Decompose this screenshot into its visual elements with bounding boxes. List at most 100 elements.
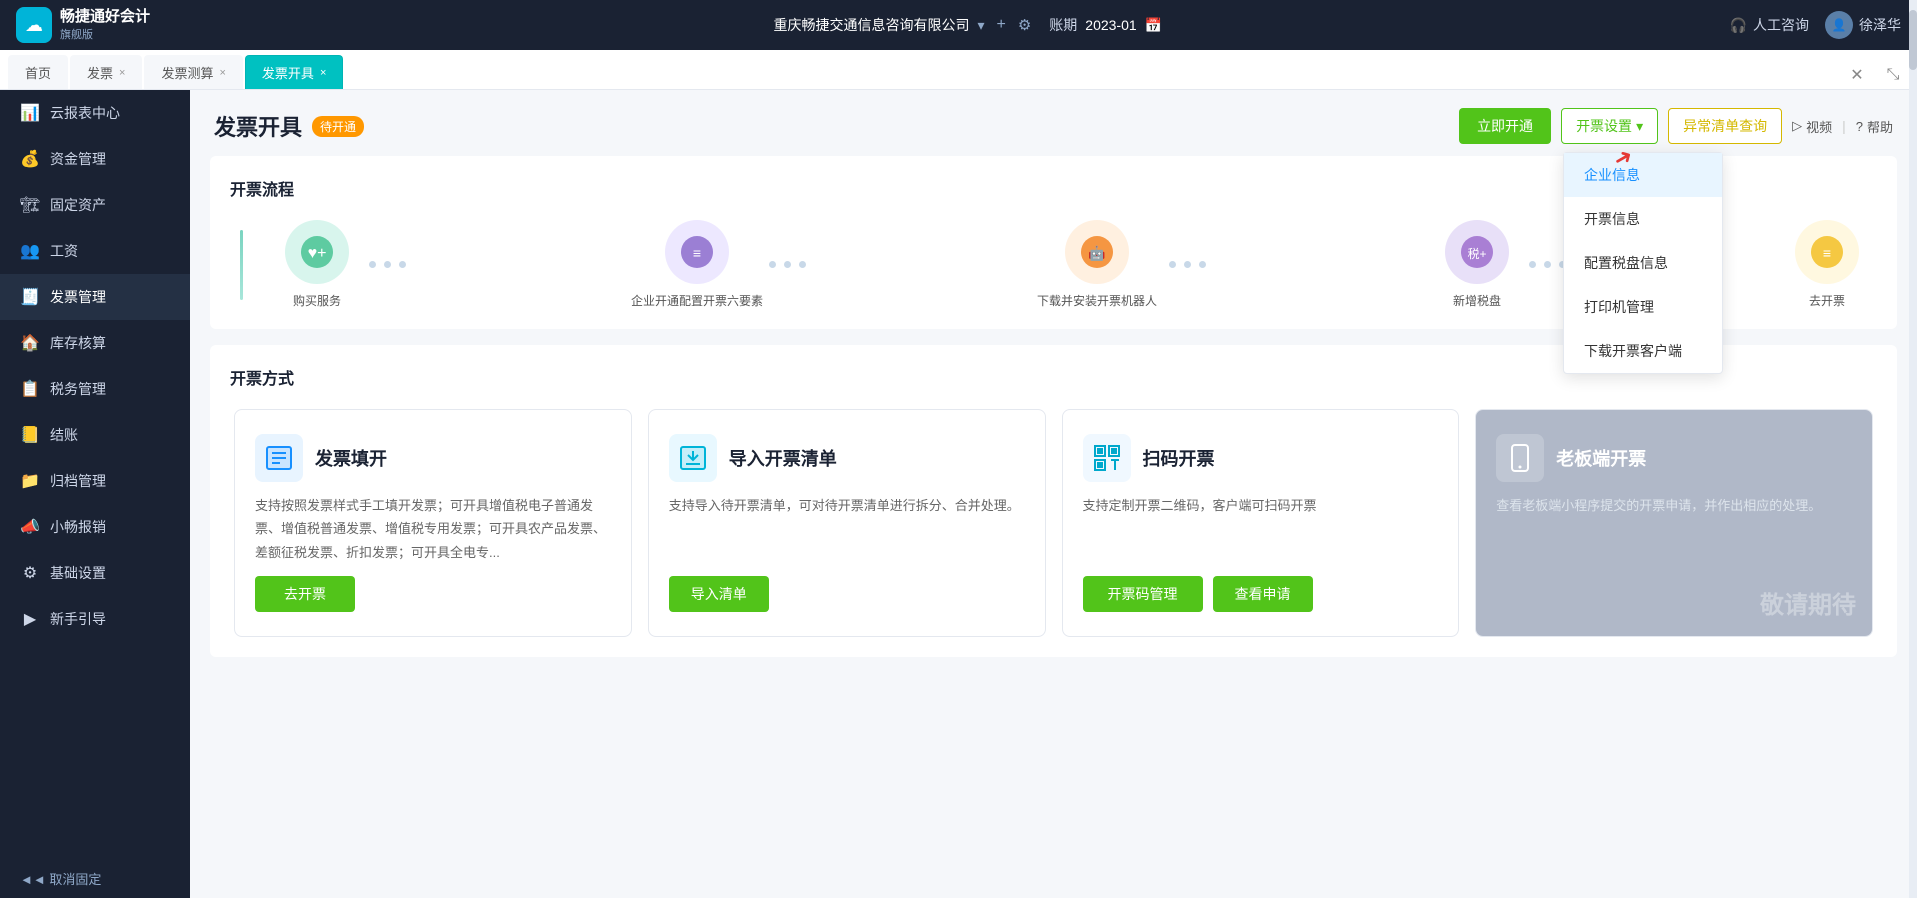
tab-invoice-close[interactable]: ×: [119, 67, 125, 79]
svg-text:♥+: ♥+: [308, 245, 327, 262]
card3-qrcode-btn[interactable]: 开票码管理: [1083, 576, 1203, 612]
card4-title: 老板端开票: [1556, 445, 1646, 471]
dropdown-arrow-icon: ▾: [1636, 118, 1643, 135]
dropdown-item-download[interactable]: 下载开票客户端: [1564, 329, 1722, 373]
method-section: 开票方式 发票填开 支持按照发票样式手工填开发票；可开具增值税电子普通发票、增值…: [210, 345, 1897, 657]
flow-label-5: 去开票: [1809, 292, 1845, 309]
sidebar-item-jichu[interactable]: ⚙ 基础设置: [0, 550, 190, 596]
dropdown-item-taxdisk[interactable]: 配置税盘信息: [1564, 241, 1722, 285]
yunbaobiao-icon: 📊: [20, 103, 40, 123]
top-right: 🎧 人工咨询 👤 徐泽华: [1730, 11, 1901, 39]
sidebar-item-zijin[interactable]: 💰 资金管理: [0, 136, 190, 182]
tab-home[interactable]: 首页: [8, 55, 68, 89]
help-icon: ?: [1856, 119, 1863, 134]
card2-icon: [669, 434, 717, 482]
pin-icon: ◄◄: [20, 872, 46, 887]
anomaly-button[interactable]: 异常清单查询: [1668, 108, 1782, 144]
gongzi-icon: 👥: [20, 241, 40, 261]
tab-invoice-calc-close[interactable]: ×: [219, 67, 225, 79]
scroll-thumb[interactable]: [1909, 10, 1917, 70]
video-button[interactable]: ▷ 视频: [1792, 117, 1832, 136]
card2-import-btn[interactable]: 导入清单: [669, 576, 769, 612]
company-dropdown-icon[interactable]: ▾: [977, 17, 984, 34]
maximize-window-btn[interactable]: ⤡: [1879, 61, 1907, 89]
period-value[interactable]: 2023-01: [1085, 17, 1136, 33]
svg-text:≡: ≡: [1823, 245, 1831, 261]
activate-button[interactable]: 立即开通: [1459, 108, 1551, 144]
flow-label-2: 企业开通配置开票六要素: [631, 292, 763, 309]
dropdown-item-company[interactable]: 企业信息: [1564, 153, 1722, 197]
tab-home-label: 首页: [25, 63, 51, 82]
card3-icon: [1083, 434, 1131, 482]
flow-label-1: 购买服务: [293, 292, 341, 309]
add-icon[interactable]: +: [996, 16, 1005, 34]
card2-header: 导入开票清单: [669, 434, 1025, 482]
flow-icon-3: 🤖: [1065, 220, 1129, 284]
sidebar: 📊 云报表中心 💰 资金管理 🏗 固定资产 👥 工资 🧾 发票管理 🏠: [0, 90, 190, 898]
svg-text:≡: ≡: [693, 245, 701, 261]
method-cards: 发票填开 支持按照发票样式手工填开发票；可开具增值税电子普通发票、增值税普通发票…: [230, 409, 1877, 637]
company-bar: 重庆畅捷交通信息咨询有限公司 ▾ + ⚙ 账期 2023-01 📅: [773, 15, 1162, 35]
user-area[interactable]: 👤 徐泽华: [1825, 11, 1901, 39]
sidebar-item-shuiwu[interactable]: 📋 税务管理: [0, 366, 190, 412]
xiaochang-icon: 📣: [20, 517, 40, 537]
help-button[interactable]: ? 帮助: [1856, 117, 1893, 136]
settings-dropdown: ➜ 企业信息 开票信息 配置税盘信息 打印机管理 下载开票客户端: [1563, 152, 1723, 374]
flow-icon-5: ≡: [1795, 220, 1859, 284]
guidang-icon: 📁: [20, 471, 40, 491]
tab-invoice-open-close[interactable]: ×: [320, 67, 326, 79]
card4-header: 老板端开票: [1496, 434, 1852, 482]
tab-invoice-open[interactable]: 发票开具 ×: [245, 55, 343, 89]
period-label: 账期: [1049, 15, 1077, 35]
sidebar-item-gudingzichan[interactable]: 🏗 固定资产: [0, 182, 190, 228]
method-card-import: 导入开票清单 支持导入待开票清单，可对待开票清单进行拆分、合并处理。 导入清单: [648, 409, 1046, 637]
card1-goto-btn[interactable]: 去开票: [255, 576, 355, 612]
svg-text:🤖: 🤖: [1088, 245, 1105, 262]
dropdown-item-invoice[interactable]: 开票信息: [1564, 197, 1722, 241]
sidebar-label-xinshou: 新手引导: [50, 609, 106, 629]
jiezhang-icon: 📒: [20, 425, 40, 445]
sidebar-item-xiaochang[interactable]: 📣 小畅报销: [0, 504, 190, 550]
sidebar-bottom[interactable]: ◄◄ 取消固定: [0, 859, 190, 898]
video-icon: ▷: [1792, 118, 1802, 134]
status-badge: 待开通: [312, 116, 364, 137]
calendar-icon[interactable]: 📅: [1145, 17, 1162, 34]
method-card-scan: 扫码开票 支持定制开票二维码，客户端可扫码开票 开票码管理 查看申请: [1062, 409, 1460, 637]
sidebar-item-xinshou[interactable]: ▶ 新手引导: [0, 596, 190, 642]
flow-step-1: ♥+ 购买服务: [267, 220, 367, 309]
flow-step-3: 🤖 下载并安装开票机器人: [1027, 220, 1167, 309]
shuiwu-icon: 📋: [20, 379, 40, 399]
sidebar-bottom-label: 取消固定: [49, 872, 101, 887]
sidebar-item-yunbaobiao[interactable]: 📊 云报表中心: [0, 90, 190, 136]
sidebar-label-gongzi: 工资: [50, 241, 78, 261]
content-area: 发票开具 待开通 立即开通 开票设置 ▾ 异常清单查询 ▷ 视频 | ? 帮助: [190, 90, 1917, 898]
logo-icon: ☁: [16, 7, 52, 43]
gudingzichan-icon: 🏗: [20, 195, 40, 215]
close-window-btn[interactable]: ✕: [1843, 61, 1871, 89]
sidebar-item-kucun[interactable]: 🏠 库存核算: [0, 320, 190, 366]
sidebar-item-jiezhang[interactable]: 📒 结账: [0, 412, 190, 458]
jichu-icon: ⚙: [20, 563, 40, 583]
sidebar-label-yunbaobiao: 云报表中心: [50, 103, 120, 123]
sidebar-item-fapiao[interactable]: 🧾 发票管理: [0, 274, 190, 320]
scrollbar-right[interactable]: [1909, 0, 1917, 898]
flow-icon-2: ≡: [665, 220, 729, 284]
window-controls: ✕ ⤡: [1843, 61, 1917, 89]
sidebar-item-gongzi[interactable]: 👥 工资: [0, 228, 190, 274]
tab-invoice[interactable]: 发票 ×: [70, 55, 142, 89]
flow-divider: [240, 230, 243, 300]
sidebar-item-guidang[interactable]: 📁 归档管理: [0, 458, 190, 504]
company-name[interactable]: 重庆畅捷交通信息咨询有限公司: [773, 15, 969, 35]
kucun-icon: 🏠: [20, 333, 40, 353]
method-card-fill: 发票填开 支持按照发票样式手工填开发票；可开具增值税电子普通发票、增值税普通发票…: [234, 409, 632, 637]
sidebar-label-gudingzichan: 固定资产: [50, 195, 106, 215]
settings-icon[interactable]: ⚙: [1018, 16, 1031, 34]
tab-invoice-calc[interactable]: 发票测算 ×: [144, 55, 242, 89]
sidebar-label-fapiao: 发票管理: [50, 287, 106, 307]
settings-button[interactable]: 开票设置 ▾: [1561, 108, 1658, 144]
support-label: 人工咨询: [1753, 15, 1809, 35]
card3-view-btn[interactable]: 查看申请: [1213, 576, 1313, 612]
support-area[interactable]: 🎧 人工咨询: [1730, 15, 1809, 35]
sidebar-label-jichu: 基础设置: [50, 563, 106, 583]
dropdown-item-printer[interactable]: 打印机管理: [1564, 285, 1722, 329]
